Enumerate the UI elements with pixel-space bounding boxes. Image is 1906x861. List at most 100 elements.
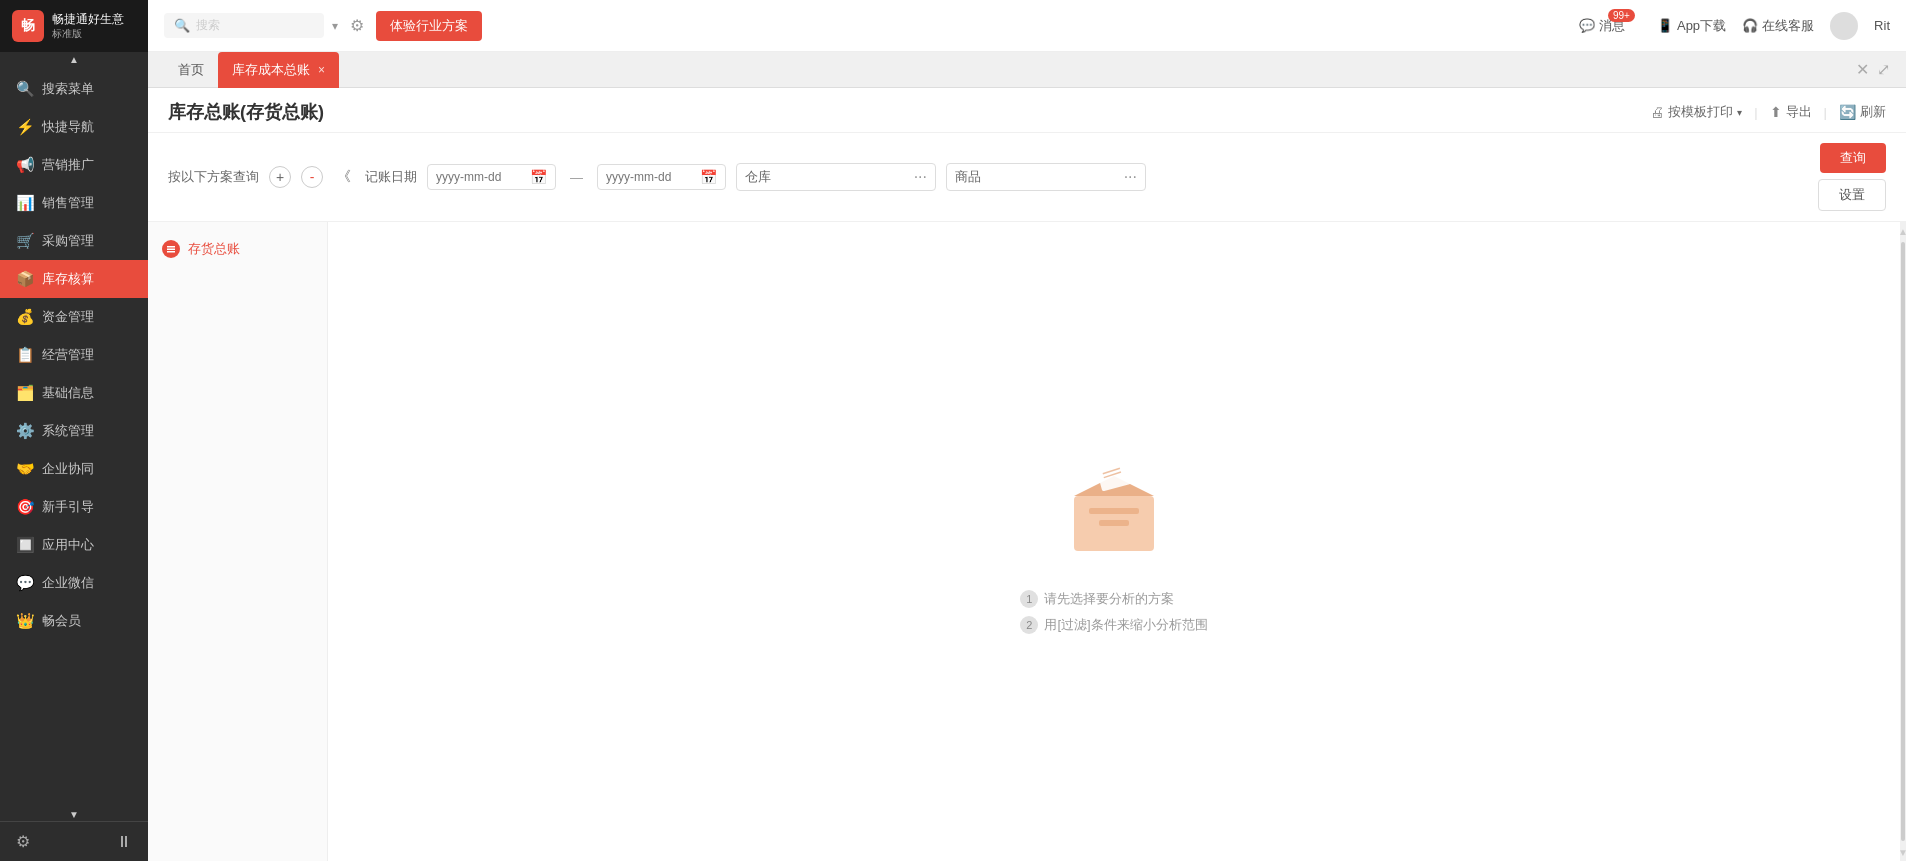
sidebar-scroll-down[interactable]: ▼ bbox=[0, 807, 148, 821]
refresh-button[interactable]: 🔄 刷新 bbox=[1839, 103, 1886, 121]
goods-more-icon[interactable]: ··· bbox=[1124, 168, 1137, 186]
sales-icon: 📊 bbox=[16, 194, 34, 212]
online-service-button[interactable]: 🎧 在线客服 bbox=[1742, 17, 1814, 35]
goods-select[interactable]: 商品 ··· bbox=[946, 163, 1146, 191]
tab-close-icon[interactable]: × bbox=[318, 63, 325, 77]
print-chevron-icon: ▾ bbox=[1737, 107, 1742, 118]
panel-close-icon[interactable]: ✕ bbox=[1856, 60, 1869, 79]
sidebar-item-search[interactable]: 🔍 搜索菜单 bbox=[0, 70, 148, 108]
empty-state-area: 1 请先选择要分析的方案 2 用[过滤]条件来缩小分析范围 bbox=[328, 222, 1900, 861]
panel-expand-icon[interactable]: ⤢ bbox=[1877, 60, 1890, 79]
date-start-field[interactable] bbox=[436, 170, 526, 184]
marketing-icon: 📢 bbox=[16, 156, 34, 174]
sidebar-item-system[interactable]: ⚙️ 系统管理 bbox=[0, 412, 148, 450]
sidebar: 畅 畅捷通好生意 标准版 ▲ 🔍 搜索菜单 ⚡ 快捷导航 📢 营销推广 📊 销售… bbox=[0, 0, 148, 861]
right-scrollbar: ▲ ▼ bbox=[1900, 222, 1906, 861]
warehouse-select[interactable]: 仓库 ··· bbox=[736, 163, 936, 191]
filter-label: 按以下方案查询 bbox=[168, 168, 259, 186]
message-button[interactable]: 💬 消息 99+ bbox=[1579, 17, 1625, 35]
settings-icon[interactable]: ⚙ bbox=[16, 832, 30, 851]
search-placeholder-icon: 🔍 bbox=[174, 18, 190, 33]
date-end-input[interactable]: 📅 bbox=[597, 164, 726, 190]
headset-icon: 🎧 bbox=[1742, 18, 1758, 33]
wechat-icon: 💬 bbox=[16, 574, 34, 592]
date-start-input[interactable]: 📅 bbox=[427, 164, 556, 190]
sidebar-item-member[interactable]: 👑 畅会员 bbox=[0, 602, 148, 640]
scroll-down-button[interactable]: ▼ bbox=[1900, 845, 1906, 859]
username-label: Rit bbox=[1874, 18, 1890, 33]
sidebar-item-sales[interactable]: 📊 销售管理 bbox=[0, 184, 148, 222]
empty-illustration bbox=[1044, 446, 1184, 566]
warehouse-more-icon[interactable]: ··· bbox=[914, 168, 927, 186]
scroll-up-button[interactable]: ▲ bbox=[1900, 224, 1906, 238]
date-separator: — bbox=[566, 170, 587, 185]
sidebar-item-newbie[interactable]: 🎯 新手引导 bbox=[0, 488, 148, 526]
inventory-icon: 📦 bbox=[16, 270, 34, 288]
sidebar-logo: 畅 畅捷通好生意 标准版 bbox=[0, 0, 148, 52]
sidebar-item-inventory[interactable]: 📦 库存核算 bbox=[0, 260, 148, 298]
app-download-button[interactable]: 📱 App下载 bbox=[1657, 17, 1726, 35]
sidebar-item-basic[interactable]: 🗂️ 基础信息 bbox=[0, 374, 148, 412]
user-avatar[interactable] bbox=[1830, 12, 1858, 40]
sidebar-item-finance[interactable]: 💰 资金管理 bbox=[0, 298, 148, 336]
empty-tips: 1 请先选择要分析的方案 2 用[过滤]条件来缩小分析范围 bbox=[1020, 586, 1207, 638]
topbar-search-box[interactable]: 🔍 搜索 bbox=[164, 13, 324, 38]
search-icon: 🔍 bbox=[16, 80, 34, 98]
empty-tip-1: 1 请先选择要分析的方案 bbox=[1020, 586, 1207, 612]
date-field-label: 记账日期 bbox=[365, 168, 417, 186]
filter-settings-button[interactable]: 设置 bbox=[1818, 179, 1886, 211]
date-end-field[interactable] bbox=[606, 170, 696, 184]
sidebar-item-purchase[interactable]: 🛒 采购管理 bbox=[0, 222, 148, 260]
phone-icon: 📱 bbox=[1657, 18, 1673, 33]
refresh-icon: 🔄 bbox=[1839, 104, 1856, 120]
newbie-icon: 🎯 bbox=[16, 498, 34, 516]
toggle-icon[interactable]: ⏸ bbox=[116, 833, 132, 851]
svg-rect-2 bbox=[167, 251, 175, 253]
page-header-actions: 🖨 按模板打印 ▾ | ⬆ 导出 | 🔄 刷新 bbox=[1650, 103, 1886, 121]
content-split: 存货总账 bbox=[148, 222, 1906, 861]
empty-tip-2: 2 用[过滤]条件来缩小分析范围 bbox=[1020, 612, 1207, 638]
print-template-button[interactable]: 🖨 按模板打印 ▾ bbox=[1650, 103, 1742, 121]
scheme-item-icon bbox=[162, 240, 180, 258]
warehouse-label: 仓库 bbox=[745, 168, 771, 186]
sidebar-item-marketing[interactable]: 📢 营销推广 bbox=[0, 146, 148, 184]
topbar-right: 💬 消息 99+ 📱 App下载 🎧 在线客服 Rit bbox=[1579, 12, 1890, 40]
filter-add-button[interactable]: + bbox=[269, 166, 291, 188]
system-icon: ⚙️ bbox=[16, 422, 34, 440]
purchase-icon: 🛒 bbox=[16, 232, 34, 250]
finance-icon: 💰 bbox=[16, 308, 34, 326]
svg-rect-0 bbox=[167, 246, 175, 248]
print-icon: 🖨 bbox=[1650, 104, 1664, 120]
topbar-gear-icon[interactable]: ⚙ bbox=[346, 12, 368, 39]
sidebar-item-collab[interactable]: 🤝 企业协同 bbox=[0, 450, 148, 488]
calendar-start-icon[interactable]: 📅 bbox=[530, 169, 547, 185]
sidebar-item-operation[interactable]: 📋 经营管理 bbox=[0, 336, 148, 374]
tab-home[interactable]: 首页 bbox=[164, 52, 218, 88]
svg-rect-6 bbox=[1099, 520, 1129, 526]
filter-delete-button[interactable]: - bbox=[301, 166, 323, 188]
tip-num-2: 2 bbox=[1020, 616, 1038, 634]
industry-solution-button[interactable]: 体验行业方案 bbox=[376, 11, 482, 41]
sidebar-item-quick[interactable]: ⚡ 快捷导航 bbox=[0, 108, 148, 146]
topbar-chevron-icon[interactable]: ▾ bbox=[332, 19, 338, 33]
tab-inventory-ledger[interactable]: 库存成本总账 × bbox=[218, 52, 339, 88]
svg-rect-1 bbox=[167, 249, 175, 251]
sidebar-logo-icon: 畅 bbox=[12, 10, 44, 42]
operation-icon: 📋 bbox=[16, 346, 34, 364]
content-area: 库存总账(存货总账) 🖨 按模板打印 ▾ | ⬆ 导出 | 🔄 刷新 bbox=[148, 88, 1906, 861]
sidebar-scroll-up[interactable]: ▲ bbox=[0, 52, 148, 66]
export-button[interactable]: ⬆ 导出 bbox=[1770, 103, 1812, 121]
svg-rect-5 bbox=[1089, 508, 1139, 514]
calendar-end-icon[interactable]: 📅 bbox=[700, 169, 717, 185]
filter-collapse-button[interactable]: 《 bbox=[333, 166, 355, 188]
basic-icon: 🗂️ bbox=[16, 384, 34, 402]
scheme-item-inventory-ledger[interactable]: 存货总账 bbox=[148, 232, 327, 266]
search-button[interactable]: 查询 bbox=[1820, 143, 1886, 173]
sidebar-item-wechat[interactable]: 💬 企业微信 bbox=[0, 564, 148, 602]
quick-nav-icon: ⚡ bbox=[16, 118, 34, 136]
sidebar-item-apps[interactable]: 🔲 应用中心 bbox=[0, 526, 148, 564]
tabbar: 首页 库存成本总账 × ✕ ⤢ bbox=[148, 52, 1906, 88]
scroll-thumb[interactable] bbox=[1901, 242, 1905, 841]
apps-icon: 🔲 bbox=[16, 536, 34, 554]
scheme-panel: 存货总账 bbox=[148, 222, 328, 861]
